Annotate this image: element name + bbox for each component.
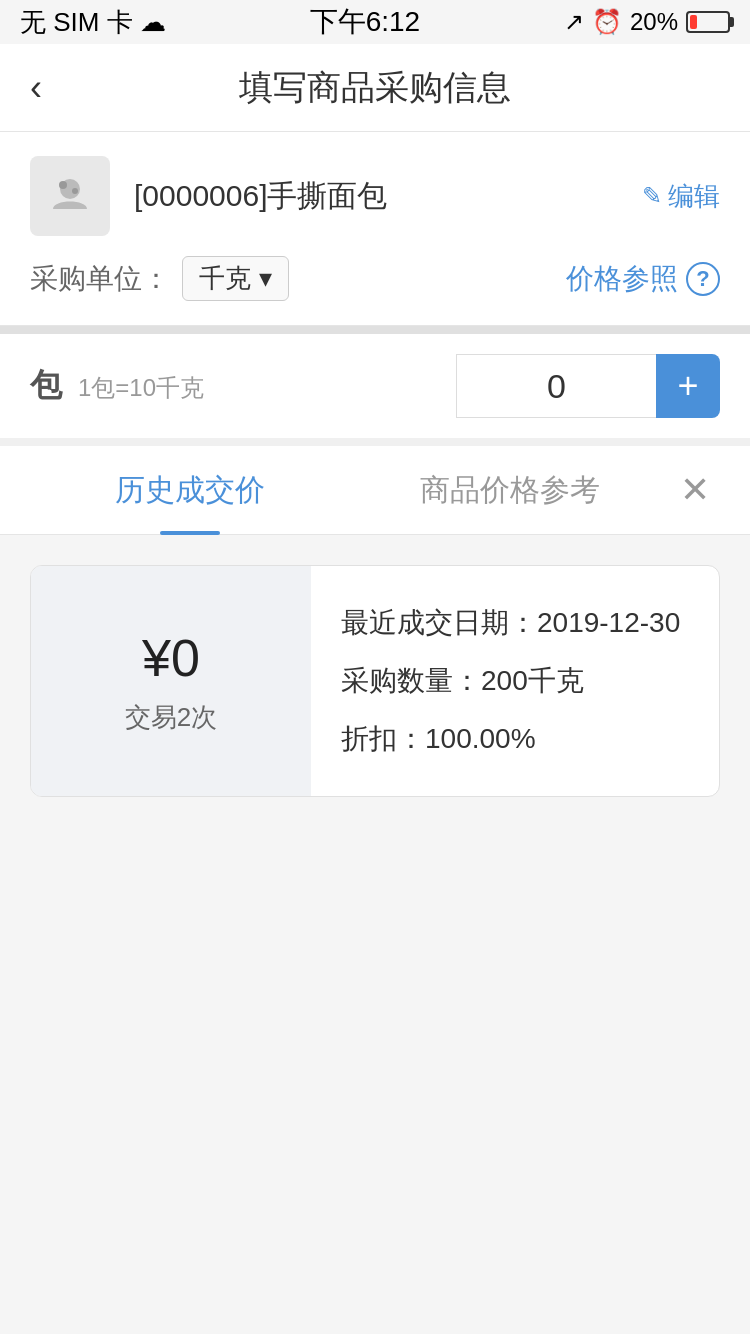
status-time: 下午6:12 — [310, 3, 421, 41]
edit-button[interactable]: ✎ 编辑 — [642, 179, 720, 214]
history-content: ¥0 交易2次 最近成交日期：2019-12-30 采购数量：200千克 折扣：… — [0, 535, 750, 1135]
edit-icon: ✎ — [642, 182, 662, 210]
tab-close-button[interactable]: ✕ — [670, 469, 720, 511]
product-unit-row: 采购单位： 千克 ▾ 价格参照 ? — [30, 256, 720, 301]
unit-label: 采购单位： 千克 ▾ — [30, 256, 289, 301]
recent-date-value: 2019-12-30 — [537, 607, 680, 638]
price-card: ¥0 交易2次 最近成交日期：2019-12-30 采购数量：200千克 折扣：… — [30, 565, 720, 797]
price-ref-button[interactable]: 价格参照 ? — [566, 260, 720, 298]
tab-history-price[interactable]: 历史成交价 — [30, 446, 350, 535]
section-divider — [0, 326, 750, 334]
quantity-unit: 包 — [30, 364, 62, 408]
product-image — [30, 156, 110, 236]
nav-bar: ‹ 填写商品采购信息 — [0, 44, 750, 132]
quantity-label-text: 采购数量： — [341, 665, 481, 696]
quantity-plus-button[interactable]: + — [656, 354, 720, 418]
edit-label: 编辑 — [668, 179, 720, 214]
sim-label: 无 SIM 卡 ☁ — [20, 5, 166, 40]
status-right: ↗ ⏰ 20% — [564, 8, 730, 36]
tabs-row: 历史成交价 商品价格参考 ✕ — [0, 446, 750, 534]
dropdown-arrow-icon: ▾ — [259, 263, 272, 294]
currency-symbol: ¥ — [142, 629, 171, 687]
price-value-number: 0 — [171, 629, 200, 687]
product-left: [0000006]手撕面包 — [30, 156, 387, 236]
quantity-label: 包 1包=10千克 — [30, 364, 204, 408]
price-ref-label: 价格参照 — [566, 260, 678, 298]
quantity-conversion: 1包=10千克 — [78, 372, 204, 404]
quantity-input[interactable] — [456, 354, 656, 418]
unit-select-dropdown[interactable]: 千克 ▾ — [182, 256, 289, 301]
tabs-section: 历史成交价 商品价格参考 ✕ — [0, 446, 750, 535]
product-section: [0000006]手撕面包 ✎ 编辑 采购单位： 千克 ▾ 价格参照 ? — [0, 132, 750, 326]
quantity-section: 包 1包=10千克 + — [0, 334, 750, 446]
product-name: [0000006]手撕面包 — [134, 176, 387, 217]
price-display: ¥0 — [142, 628, 200, 688]
trade-count: 交易2次 — [125, 700, 217, 735]
battery-percent: 20% — [630, 8, 678, 36]
price-card-right: 最近成交日期：2019-12-30 采购数量：200千克 折扣：100.00% — [311, 566, 719, 796]
discount-row: 折扣：100.00% — [341, 718, 689, 760]
battery-icon — [686, 11, 730, 33]
purchase-quantity-row: 采购数量：200千克 — [341, 660, 689, 702]
status-bar: 无 SIM 卡 ☁ 下午6:12 ↗ ⏰ 20% — [0, 0, 750, 44]
page-title: 填写商品采购信息 — [239, 65, 511, 111]
svg-point-1 — [59, 181, 67, 189]
recent-date-label: 最近成交日期： — [341, 607, 537, 638]
alarm-icon: ⏰ — [592, 8, 622, 36]
svg-point-2 — [72, 188, 78, 194]
recent-date-row: 最近成交日期：2019-12-30 — [341, 602, 689, 644]
product-header: [0000006]手撕面包 ✎ 编辑 — [30, 156, 720, 236]
location-icon: ↗ — [564, 8, 584, 36]
unit-value: 千克 — [199, 261, 251, 296]
status-left: 无 SIM 卡 ☁ — [20, 5, 166, 40]
quantity-control: + — [456, 354, 720, 418]
tab-product-price-ref[interactable]: 商品价格参考 — [350, 446, 670, 535]
quantity-detail-value: 200千克 — [481, 665, 584, 696]
discount-label: 折扣： — [341, 723, 425, 754]
price-card-left: ¥0 交易2次 — [31, 566, 311, 796]
price-ref-help-icon: ? — [686, 262, 720, 296]
discount-value: 100.00% — [425, 723, 536, 754]
back-button[interactable]: ‹ — [30, 67, 42, 109]
